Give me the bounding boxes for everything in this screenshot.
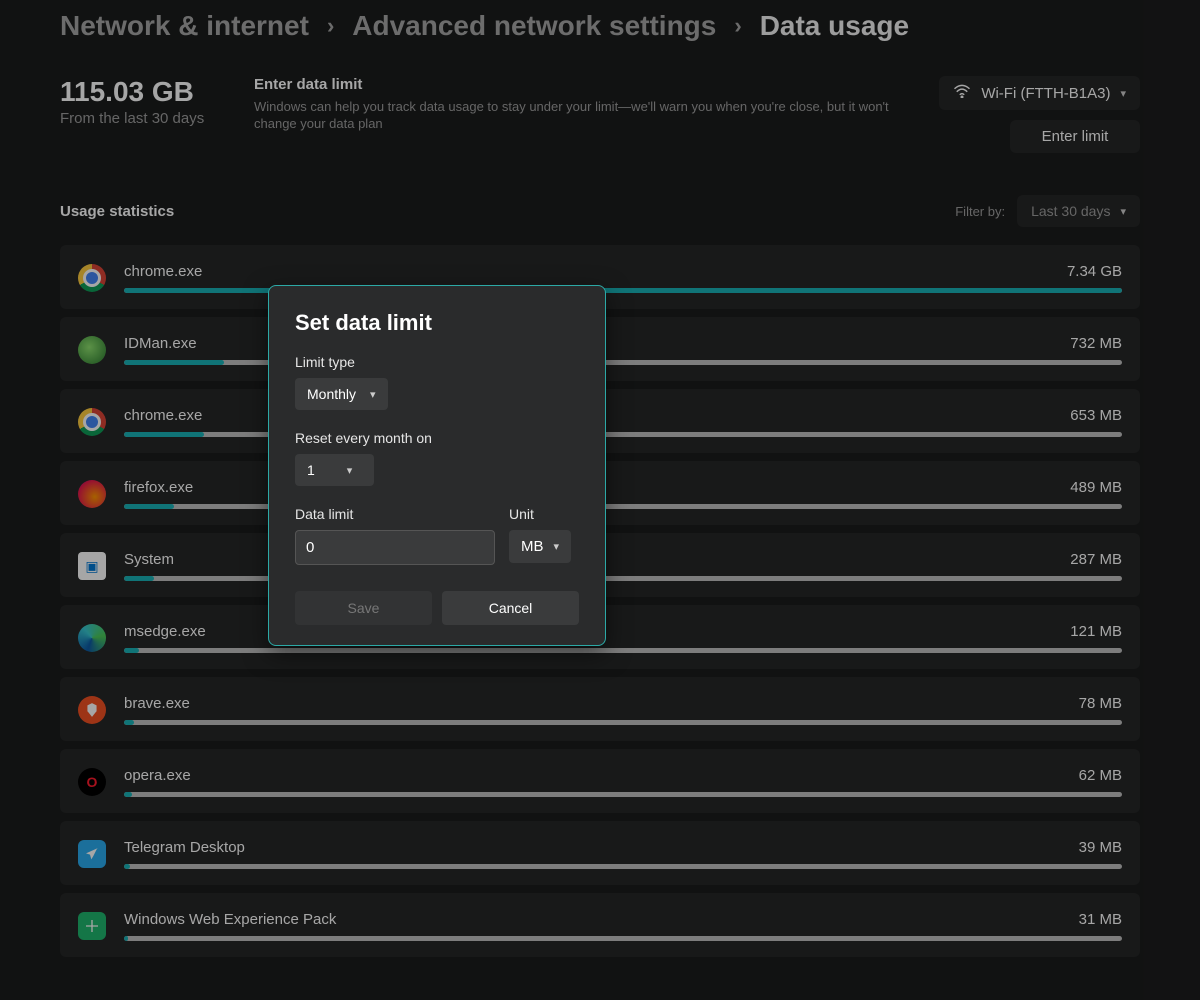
limit-type-dropdown[interactable]: Monthly ▾ [295,378,388,410]
reset-day-dropdown[interactable]: 1 ▾ [295,454,374,486]
limit-type-label: Limit type [295,354,579,370]
dialog-title: Set data limit [295,310,579,336]
chevron-down-icon: ▾ [347,464,353,477]
chevron-down-icon: ▾ [554,540,560,553]
save-button[interactable]: Save [295,591,432,625]
cancel-button[interactable]: Cancel [442,591,579,625]
unit-label: Unit [509,506,571,522]
reset-day-value: 1 [307,462,315,478]
unit-value: MB [521,538,544,555]
data-limit-input[interactable] [295,530,495,565]
set-data-limit-dialog: Set data limit Limit type Monthly ▾ Rese… [268,285,606,646]
data-limit-field-label: Data limit [295,506,495,522]
chevron-down-icon: ▾ [370,388,376,401]
reset-day-label: Reset every month on [295,430,579,446]
unit-dropdown[interactable]: MB ▾ [509,530,571,563]
limit-type-value: Monthly [307,386,356,402]
